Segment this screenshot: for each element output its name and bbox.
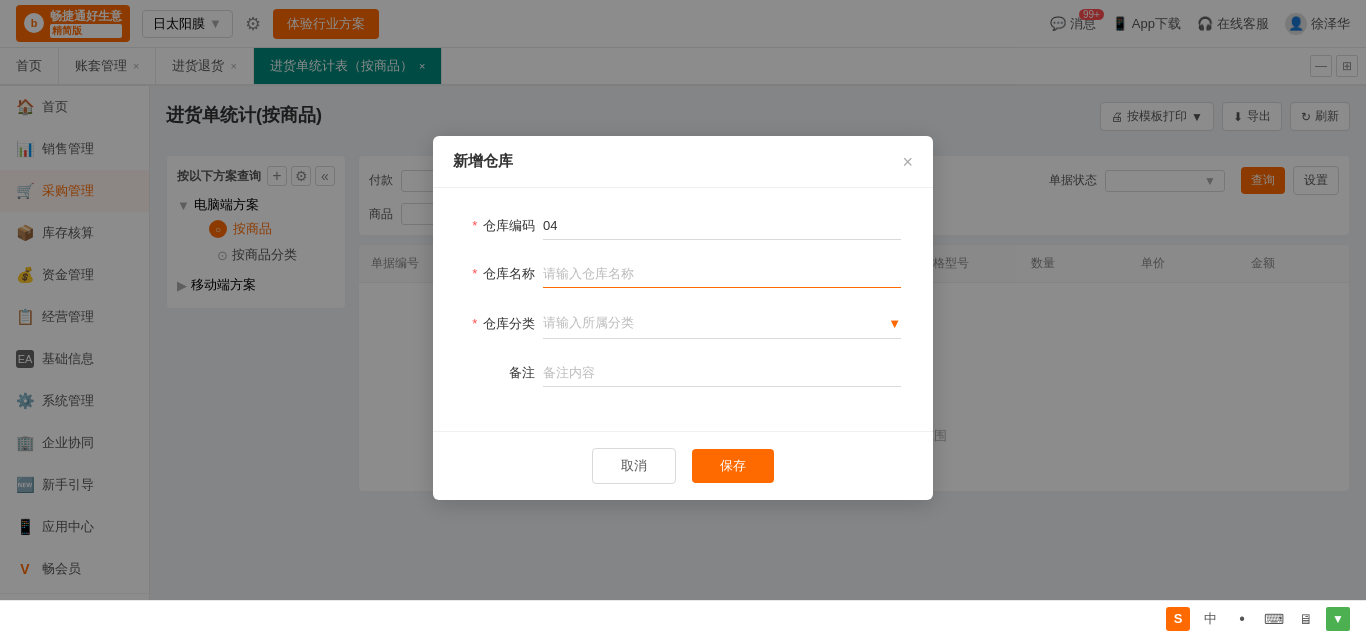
category-select[interactable]: 请输入所属分类 ▼ [543,308,901,339]
monitor-icon[interactable]: 🖥 [1294,607,1318,631]
modal-overlay: 新增仓库 × * 仓库编码 * 仓库名称 * [0,0,1366,636]
cancel-button[interactable]: 取消 [592,448,676,484]
category-label: * 仓库分类 [465,315,535,333]
bottom-bar: S 中 • ⌨ 🖥 ▼ [0,600,1366,636]
note-label: 备注 [465,364,535,382]
new-warehouse-dialog: 新增仓库 × * 仓库编码 * 仓库名称 * [433,136,933,500]
save-button[interactable]: 保存 [692,449,774,483]
form-row-name: * 仓库名称 [465,260,901,288]
code-input[interactable] [543,212,901,240]
name-label: * 仓库名称 [465,265,535,283]
dialog-footer: 取消 保存 [433,431,933,500]
required-star-name: * [472,266,477,281]
s-icon[interactable]: S [1166,607,1190,631]
dialog-close-btn[interactable]: × [902,153,913,171]
required-star-code: * [472,218,477,233]
dialog-body: * 仓库编码 * 仓库名称 * 仓库分类 请输入所属分类 [433,188,933,431]
chinese-input-icon[interactable]: 中 [1198,607,1222,631]
required-star-category: * [472,316,477,331]
form-row-category: * 仓库分类 请输入所属分类 ▼ [465,308,901,339]
dialog-header: 新增仓库 × [433,136,933,188]
code-label: * 仓库编码 [465,217,535,235]
category-placeholder: 请输入所属分类 [543,314,634,332]
form-row-note: 备注 [465,359,901,387]
category-arrow-icon: ▼ [888,316,901,331]
arrow-down-icon[interactable]: ▼ [1326,607,1350,631]
dot-icon[interactable]: • [1230,607,1254,631]
form-row-code: * 仓库编码 [465,212,901,240]
note-input[interactable] [543,359,901,387]
name-input[interactable] [543,260,901,288]
keyboard-icon[interactable]: ⌨ [1262,607,1286,631]
dialog-title: 新增仓库 [453,152,513,171]
